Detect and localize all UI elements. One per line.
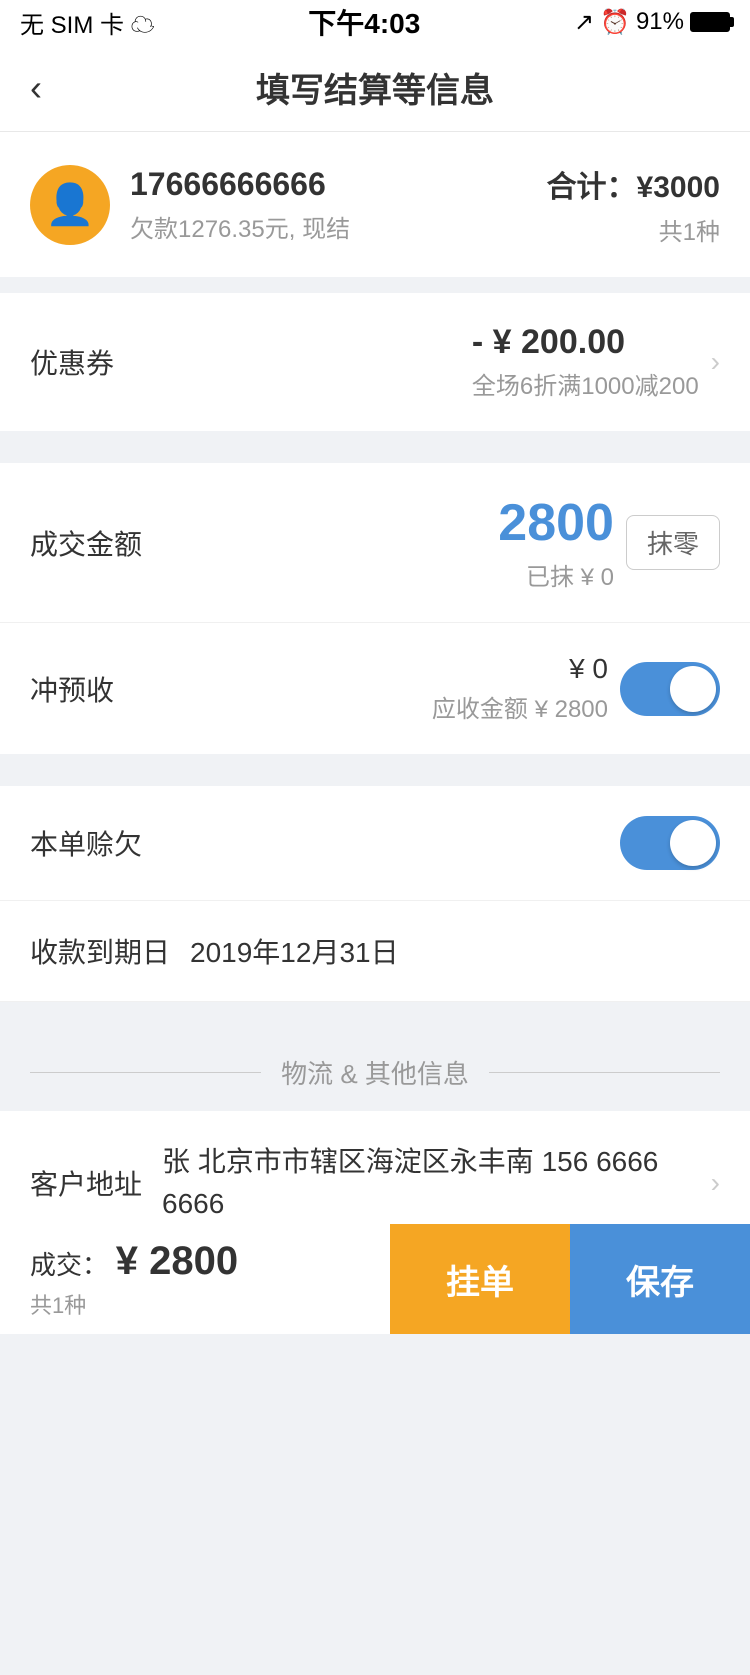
prepay-values: ¥ 0 应收金额 ¥ 2800 [432, 653, 608, 724]
bottom-deal-line: 成交： ¥ 2800 [30, 1239, 360, 1284]
deal-section: 成交金额 2800 已抹 ¥ 0 抹零 冲预收 ¥ 0 应收金额 ¥ 2800 [0, 463, 750, 754]
user-phone: 17666666666 [130, 166, 350, 203]
status-right: ↗ ⏰ 91% [574, 8, 730, 37]
divider-3 [0, 1018, 750, 1034]
coupon-chevron: › [711, 346, 720, 378]
address-content: 张 北京市市辖区海淀区永丰南 156 6666 6666 [162, 1141, 701, 1225]
status-time: 下午4:03 [308, 2, 420, 42]
debt-toggle[interactable] [620, 816, 720, 870]
nav-bar: ‹ 填写结算等信息 [0, 44, 750, 132]
user-card: 👤 17666666666 欠款1276.35元, 现结 合计：¥3000 共1… [0, 132, 750, 277]
prepay-amount: ¥ 0 [432, 653, 608, 685]
coupon-discount: - ¥ 200.00 [472, 323, 699, 362]
coupon-right: - ¥ 200.00 全场6折满1000减200 › [472, 323, 720, 401]
address-chevron: › [711, 1167, 720, 1199]
deal-amount-sub: 已抹 ¥ 0 [498, 557, 614, 592]
bottom-info: 成交： ¥ 2800 共1种 [0, 1239, 390, 1320]
deal-amount-right: 2800 已抹 ¥ 0 抹零 [498, 493, 720, 592]
sep-text: 物流 & 其他信息 [281, 1054, 469, 1091]
coupon-row[interactable]: 优惠券 - ¥ 200.00 全场6折满1000减200 › [0, 293, 750, 431]
bottom-deal-label: 成交： [30, 1250, 108, 1280]
prepay-label: 冲预收 [30, 669, 114, 709]
deal-amount-values: 2800 已抹 ¥ 0 [498, 493, 614, 592]
debt-label: 本单赊欠 [30, 823, 142, 863]
sep-line-left [30, 1072, 261, 1073]
due-date-label: 收款到期日 [30, 931, 170, 971]
prepay-toggle[interactable] [620, 662, 720, 716]
status-left: 无 SIM 卡 ☁ [20, 5, 155, 40]
coupon-section: 优惠券 - ¥ 200.00 全场6折满1000减200 › [0, 293, 750, 431]
logistics-separator: 物流 & 其他信息 [0, 1034, 750, 1111]
round-zero-button[interactable]: 抹零 [626, 515, 720, 570]
due-date-value: 2019年12月31日 [190, 931, 399, 971]
prepay-row: 冲预收 ¥ 0 应收金额 ¥ 2800 [0, 623, 750, 754]
avatar: 👤 [30, 165, 110, 245]
direction-icon: ↗ [574, 8, 594, 37]
user-info: 17666666666 欠款1276.35元, 现结 [130, 166, 350, 244]
back-button[interactable]: ‹ [30, 67, 42, 109]
total-amount: 合计：¥3000 [547, 162, 720, 206]
due-date-row: 收款到期日 2019年12月31日 [0, 901, 750, 1002]
debt-section: 本单赊欠 收款到期日 2019年12月31日 [0, 786, 750, 1002]
divider-2 [0, 770, 750, 786]
coupon-label: 优惠券 [30, 342, 114, 382]
address-label: 客户地址 [30, 1163, 142, 1203]
battery-icon [690, 12, 730, 32]
user-debt: 欠款1276.35元, 现结 [130, 209, 350, 244]
status-bar: 无 SIM 卡 ☁ 下午4:03 ↗ ⏰ 91% [0, 0, 750, 44]
prepay-sub: 应收金额 ¥ 2800 [432, 689, 608, 724]
coupon-sub: 全场6折满1000减200 [472, 366, 699, 401]
bottom-bar: 成交： ¥ 2800 共1种 挂单 保存 [0, 1224, 750, 1334]
debt-toggle-thumb [670, 820, 716, 866]
toggle-thumb [670, 666, 716, 712]
deal-amount-label: 成交金额 [30, 523, 142, 563]
bottom-deal-amount: ¥ 2800 [116, 1239, 238, 1283]
sim-status: 无 SIM 卡 ☁ [20, 5, 155, 40]
page-title: 填写结算等信息 [256, 63, 494, 112]
user-left: 👤 17666666666 欠款1276.35元, 现结 [30, 165, 350, 245]
content-area: 👤 17666666666 欠款1276.35元, 现结 合计：¥3000 共1… [0, 132, 750, 1675]
divider-1 [0, 447, 750, 463]
avatar-icon: 👤 [45, 181, 95, 228]
alarm-icon: ⏰ [600, 8, 630, 37]
sep-line-right [489, 1072, 720, 1073]
save-button[interactable]: 保存 [570, 1224, 750, 1334]
user-totals: 合计：¥3000 共1种 [547, 162, 720, 247]
bottom-deal-count: 共1种 [30, 1288, 360, 1320]
debt-right [620, 816, 720, 870]
total-count: 共1种 [547, 212, 720, 247]
battery-percent: 91% [636, 8, 684, 36]
hang-order-button[interactable]: 挂单 [390, 1224, 570, 1334]
coupon-value: - ¥ 200.00 全场6折满1000减200 [472, 323, 699, 401]
deal-amount-value: 2800 [498, 493, 614, 553]
prepay-right: ¥ 0 应收金额 ¥ 2800 [432, 653, 720, 724]
debt-row: 本单赊欠 [0, 786, 750, 901]
deal-amount-row: 成交金额 2800 已抹 ¥ 0 抹零 [0, 463, 750, 623]
